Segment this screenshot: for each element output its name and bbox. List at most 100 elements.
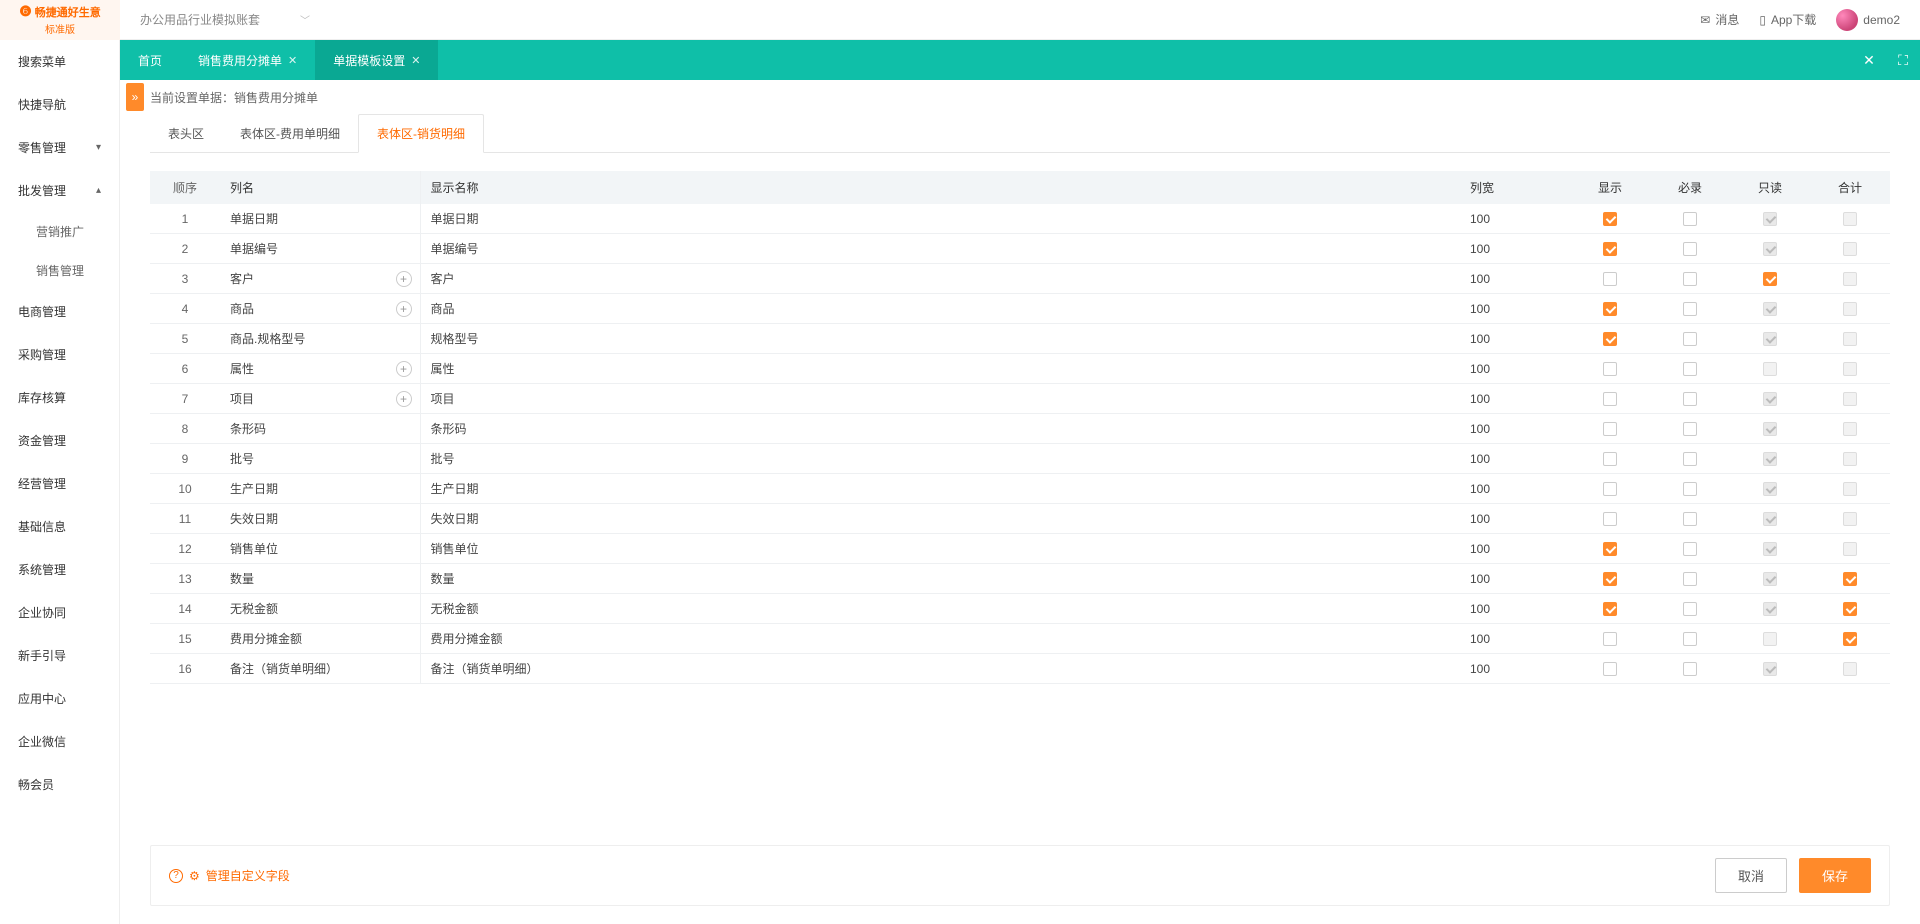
sidebar-item-0[interactable]: 搜索菜单	[0, 40, 119, 83]
checkbox[interactable]	[1843, 572, 1857, 586]
checkbox[interactable]	[1683, 422, 1697, 436]
cell-width[interactable]: 100	[1460, 384, 1570, 414]
checkbox[interactable]	[1683, 482, 1697, 496]
checkbox[interactable]	[1603, 242, 1617, 256]
sidebar-item-12[interactable]: 新手引导	[0, 634, 119, 677]
save-button[interactable]: 保存	[1799, 858, 1871, 893]
cell-width[interactable]: 100	[1460, 534, 1570, 564]
cell-display[interactable]: 失效日期	[420, 504, 1460, 534]
expand-icon[interactable]: +	[396, 361, 412, 377]
cell-display[interactable]: 数量	[420, 564, 1460, 594]
inner-tab-0[interactable]: 表头区	[150, 115, 222, 152]
checkbox[interactable]	[1683, 602, 1697, 616]
cell-display[interactable]: 无税金额	[420, 594, 1460, 624]
cell-width[interactable]: 100	[1460, 564, 1570, 594]
cell-display[interactable]: 批号	[420, 444, 1460, 474]
sidebar-item-1[interactable]: 快捷导航	[0, 83, 119, 126]
checkbox[interactable]	[1603, 302, 1617, 316]
checkbox[interactable]	[1683, 302, 1697, 316]
messages-button[interactable]: ✉ 消息	[1700, 11, 1739, 28]
sidebar-item-6[interactable]: 库存核算	[0, 376, 119, 419]
cell-display[interactable]: 条形码	[420, 414, 1460, 444]
checkbox[interactable]	[1603, 212, 1617, 226]
checkbox[interactable]	[1603, 422, 1617, 436]
checkbox[interactable]	[1603, 482, 1617, 496]
sidebar-item-7[interactable]: 资金管理	[0, 419, 119, 462]
cell-width[interactable]: 100	[1460, 324, 1570, 354]
cell-display[interactable]: 单据日期	[420, 204, 1460, 234]
cell-display[interactable]: 属性	[420, 354, 1460, 384]
sidebar-item-9[interactable]: 基础信息	[0, 505, 119, 548]
sidebar-item-13[interactable]: 应用中心	[0, 677, 119, 720]
sidebar-subitem-3-1[interactable]: 销售管理	[0, 251, 119, 290]
expand-icon[interactable]: +	[396, 301, 412, 317]
expand-panel-button[interactable]: »	[126, 83, 144, 111]
cell-width[interactable]: 100	[1460, 474, 1570, 504]
checkbox[interactable]	[1683, 212, 1697, 226]
cell-width[interactable]: 100	[1460, 594, 1570, 624]
manage-custom-fields-link[interactable]: ? ⚙ 管理自定义字段	[169, 867, 290, 884]
cell-display[interactable]: 费用分摊金额	[420, 624, 1460, 654]
close-icon[interactable]: ✕	[411, 54, 420, 67]
cell-width[interactable]: 100	[1460, 624, 1570, 654]
checkbox[interactable]	[1683, 572, 1697, 586]
user-menu[interactable]: demo2	[1836, 9, 1900, 31]
checkbox[interactable]	[1603, 392, 1617, 406]
checkbox[interactable]	[1683, 332, 1697, 346]
checkbox[interactable]	[1763, 272, 1777, 286]
checkbox[interactable]	[1683, 632, 1697, 646]
fullscreen-button[interactable]: ⛶	[1886, 40, 1920, 80]
cell-width[interactable]: 100	[1460, 354, 1570, 384]
expand-icon[interactable]: +	[396, 271, 412, 287]
sidebar-item-5[interactable]: 采购管理	[0, 333, 119, 376]
cell-display[interactable]: 项目	[420, 384, 1460, 414]
sidebar-item-3[interactable]: 批发管理▴	[0, 169, 119, 212]
close-icon[interactable]: ✕	[288, 54, 297, 67]
checkbox[interactable]	[1843, 632, 1857, 646]
checkbox[interactable]	[1603, 572, 1617, 586]
checkbox[interactable]	[1683, 662, 1697, 676]
cell-width[interactable]: 100	[1460, 654, 1570, 684]
tab-1[interactable]: 销售费用分摊单✕	[180, 40, 315, 80]
cell-display[interactable]: 商品	[420, 294, 1460, 324]
sidebar-item-8[interactable]: 经营管理	[0, 462, 119, 505]
cell-display[interactable]: 规格型号	[420, 324, 1460, 354]
cell-display[interactable]: 客户	[420, 264, 1460, 294]
app-download-button[interactable]: ▯ App下载	[1759, 11, 1816, 28]
checkbox[interactable]	[1603, 542, 1617, 556]
cell-display[interactable]: 生产日期	[420, 474, 1460, 504]
checkbox[interactable]	[1603, 452, 1617, 466]
expand-icon[interactable]: +	[396, 391, 412, 407]
sidebar-item-11[interactable]: 企业协同	[0, 591, 119, 634]
checkbox[interactable]	[1683, 512, 1697, 526]
sidebar-item-14[interactable]: 企业微信	[0, 720, 119, 763]
cell-width[interactable]: 100	[1460, 234, 1570, 264]
sidebar-item-2[interactable]: 零售管理▾	[0, 126, 119, 169]
cell-display[interactable]: 单据编号	[420, 234, 1460, 264]
cell-width[interactable]: 100	[1460, 504, 1570, 534]
cell-width[interactable]: 100	[1460, 204, 1570, 234]
checkbox[interactable]	[1683, 362, 1697, 376]
checkbox[interactable]	[1603, 362, 1617, 376]
checkbox[interactable]	[1683, 392, 1697, 406]
checkbox[interactable]	[1603, 332, 1617, 346]
cell-width[interactable]: 100	[1460, 264, 1570, 294]
checkbox[interactable]	[1603, 512, 1617, 526]
checkbox[interactable]	[1683, 452, 1697, 466]
sidebar-item-10[interactable]: 系统管理	[0, 548, 119, 591]
checkbox[interactable]	[1603, 662, 1617, 676]
cancel-button[interactable]: 取消	[1715, 858, 1787, 893]
account-selector[interactable]: 办公用品行业模拟账套 ﹀	[140, 11, 310, 28]
tab-2[interactable]: 单据模板设置✕	[315, 40, 438, 80]
cell-width[interactable]: 100	[1460, 414, 1570, 444]
inner-tab-1[interactable]: 表体区-费用单明细	[222, 115, 358, 152]
inner-tab-2[interactable]: 表体区-销货明细	[358, 114, 484, 153]
cell-width[interactable]: 100	[1460, 294, 1570, 324]
close-all-tabs-button[interactable]: ✕	[1852, 40, 1886, 80]
tab-0[interactable]: 首页	[120, 40, 180, 80]
checkbox[interactable]	[1683, 272, 1697, 286]
sidebar-subitem-3-0[interactable]: 营销推广	[0, 212, 119, 251]
checkbox[interactable]	[1683, 242, 1697, 256]
sidebar-item-15[interactable]: 畅会员	[0, 763, 119, 806]
checkbox[interactable]	[1683, 542, 1697, 556]
